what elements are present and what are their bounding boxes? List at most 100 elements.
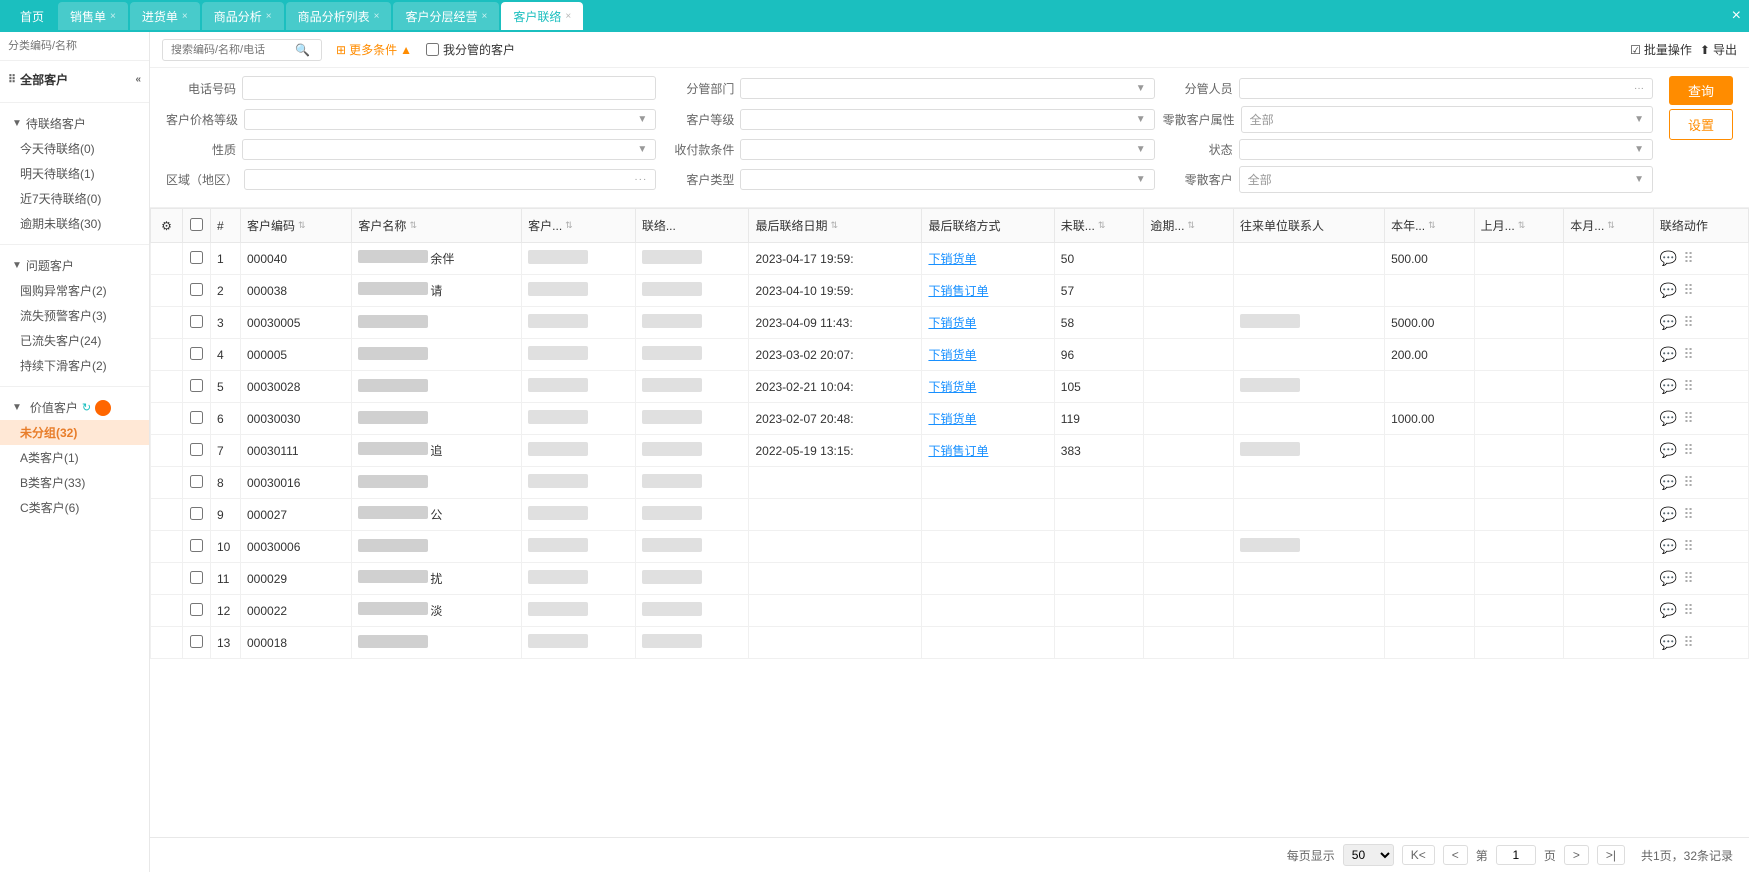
row-chat-icon[interactable]: 💬: [1660, 602, 1677, 619]
last-method-link[interactable]: 下销货单: [928, 252, 976, 266]
row-chat-icon[interactable]: 💬: [1660, 282, 1677, 299]
sidebar-item-declining[interactable]: 持续下滑客户(2): [0, 353, 149, 378]
col-code[interactable]: 客户编码⇅: [241, 209, 352, 243]
row-last-method-cell[interactable]: [922, 595, 1054, 627]
row-checkbox[interactable]: [190, 251, 203, 264]
last-method-link[interactable]: 下销售订单: [928, 284, 988, 298]
row-last-method-cell[interactable]: 下销货单: [922, 371, 1054, 403]
row-chat-icon[interactable]: 💬: [1660, 378, 1677, 395]
tab-goods-list[interactable]: 商品分析列表 ×: [286, 2, 392, 30]
more-conditions-button[interactable]: ⊞ 更多条件 ▲: [330, 38, 418, 61]
sidebar-item-today[interactable]: 今天待联络(0): [0, 136, 149, 161]
row-checkbox-cell[interactable]: [183, 307, 211, 339]
row-checkbox-cell[interactable]: [183, 403, 211, 435]
search-input[interactable]: [171, 44, 291, 56]
tab-sales[interactable]: 销售单 ×: [58, 2, 128, 30]
sidebar-item-ungrouped[interactable]: 未分组(32): [0, 420, 149, 445]
last-method-link[interactable]: 下销货单: [928, 412, 976, 426]
row-chat-icon[interactable]: 💬: [1660, 346, 1677, 363]
settings-icon[interactable]: ⚙: [161, 219, 172, 233]
select-all-checkbox[interactable]: [190, 218, 203, 231]
tab-sales-close[interactable]: ×: [110, 11, 116, 22]
row-grid-icon[interactable]: ⠿: [1683, 282, 1693, 299]
sidebar-item-churned[interactable]: 已流失客户(24): [0, 328, 149, 353]
filter-price-level-select[interactable]: ▼: [244, 109, 656, 130]
row-checkbox-cell[interactable]: [183, 563, 211, 595]
reset-button[interactable]: 设置: [1669, 109, 1733, 140]
row-checkbox[interactable]: [190, 315, 203, 328]
row-last-method-cell[interactable]: 下销售订单: [922, 435, 1054, 467]
query-button[interactable]: 查询: [1669, 76, 1733, 105]
sidebar-pending-group[interactable]: ▼ 待联络客户: [0, 111, 149, 136]
sidebar-search-input[interactable]: [8, 40, 150, 52]
row-last-method-cell[interactable]: [922, 467, 1054, 499]
row-checkbox[interactable]: [190, 347, 203, 360]
window-close-button[interactable]: ×: [1732, 7, 1741, 24]
row-checkbox[interactable]: [190, 283, 203, 296]
sidebar-item-class-b[interactable]: B类客户(33): [0, 470, 149, 495]
col-last-method[interactable]: 最后联络方式: [922, 209, 1054, 243]
filter-customer-level-select[interactable]: ▼: [740, 109, 1154, 130]
row-checkbox[interactable]: [190, 635, 203, 648]
tab-purchase[interactable]: 进货单 ×: [130, 2, 200, 30]
export-button[interactable]: ⬆ 导出: [1700, 41, 1737, 58]
col-last-month[interactable]: 上月...⇅: [1474, 209, 1564, 243]
filter-status-select[interactable]: ▼: [1239, 139, 1653, 160]
col-settings[interactable]: ⚙: [151, 209, 183, 243]
filter-payment-select[interactable]: ▼: [740, 139, 1154, 160]
row-grid-icon[interactable]: ⠿: [1683, 314, 1693, 331]
row-last-method-cell[interactable]: 下销货单: [922, 243, 1054, 275]
last-page-button[interactable]: >|: [1597, 845, 1625, 865]
row-grid-icon[interactable]: ⠿: [1683, 250, 1693, 267]
col-this-month[interactable]: 本月...⇅: [1564, 209, 1654, 243]
row-checkbox[interactable]: [190, 603, 203, 616]
row-grid-icon[interactable]: ⠿: [1683, 602, 1693, 619]
tab-customer-contact-close[interactable]: ×: [565, 11, 571, 22]
row-last-method-cell[interactable]: [922, 563, 1054, 595]
filter-dept-select[interactable]: ▼: [740, 78, 1154, 99]
row-chat-icon[interactable]: 💬: [1660, 250, 1677, 267]
row-checkbox-cell[interactable]: [183, 467, 211, 499]
filter-nature-select[interactable]: ▼: [242, 139, 656, 160]
row-checkbox-cell[interactable]: [183, 275, 211, 307]
filter-region-select[interactable]: ···: [244, 169, 656, 190]
row-last-method-cell[interactable]: 下销货单: [922, 339, 1054, 371]
row-checkbox[interactable]: [190, 443, 203, 456]
last-method-link[interactable]: 下销货单: [928, 348, 976, 362]
tab-goods-analysis-close[interactable]: ×: [266, 11, 272, 22]
row-last-method-cell[interactable]: 下销货单: [922, 403, 1054, 435]
row-last-method-cell[interactable]: [922, 499, 1054, 531]
sidebar-value-group[interactable]: ▼ 价值客户 ↻: [0, 395, 149, 420]
filter-retail-attr-select[interactable]: 全部 ▼: [1241, 106, 1653, 133]
row-checkbox[interactable]: [190, 379, 203, 392]
row-checkbox-cell[interactable]: [183, 531, 211, 563]
row-chat-icon[interactable]: 💬: [1660, 474, 1677, 491]
row-grid-icon[interactable]: ⠿: [1683, 442, 1693, 459]
next-page-button[interactable]: >: [1564, 845, 1589, 865]
sidebar-item-abnormal[interactable]: 囤购异常客户(2): [0, 278, 149, 303]
sidebar-item-class-a[interactable]: A类客户(1): [0, 445, 149, 470]
last-method-link[interactable]: 下销货单: [928, 316, 976, 330]
filter-retail-select[interactable]: 全部 ▼: [1239, 166, 1653, 193]
col-name[interactable]: 客户名称⇅: [352, 209, 522, 243]
col-type[interactable]: 客户...⇅: [522, 209, 636, 243]
row-grid-icon[interactable]: ⠿: [1683, 474, 1693, 491]
row-checkbox[interactable]: [190, 539, 203, 552]
col-uncontacted[interactable]: 未联...⇅: [1054, 209, 1144, 243]
row-chat-icon[interactable]: 💬: [1660, 314, 1677, 331]
my-customers-checkbox[interactable]: 我分管的客户: [426, 41, 515, 58]
prev-page-button[interactable]: <: [1443, 845, 1468, 865]
per-page-select[interactable]: 50 100 200: [1343, 844, 1394, 866]
tab-home[interactable]: 首页: [8, 2, 56, 30]
tab-goods-list-close[interactable]: ×: [374, 11, 380, 22]
first-page-button[interactable]: K<: [1402, 845, 1435, 865]
row-last-method-cell[interactable]: [922, 531, 1054, 563]
row-checkbox-cell[interactable]: [183, 339, 211, 371]
last-method-link[interactable]: 下销售订单: [928, 444, 988, 458]
row-grid-icon[interactable]: ⠿: [1683, 378, 1693, 395]
row-checkbox-cell[interactable]: [183, 371, 211, 403]
my-customers-check[interactable]: [426, 43, 439, 56]
sidebar-all-customers[interactable]: ⠿ 全部客户 «: [0, 65, 149, 94]
col-contact[interactable]: 联络...: [635, 209, 749, 243]
last-method-link[interactable]: 下销货单: [928, 380, 976, 394]
